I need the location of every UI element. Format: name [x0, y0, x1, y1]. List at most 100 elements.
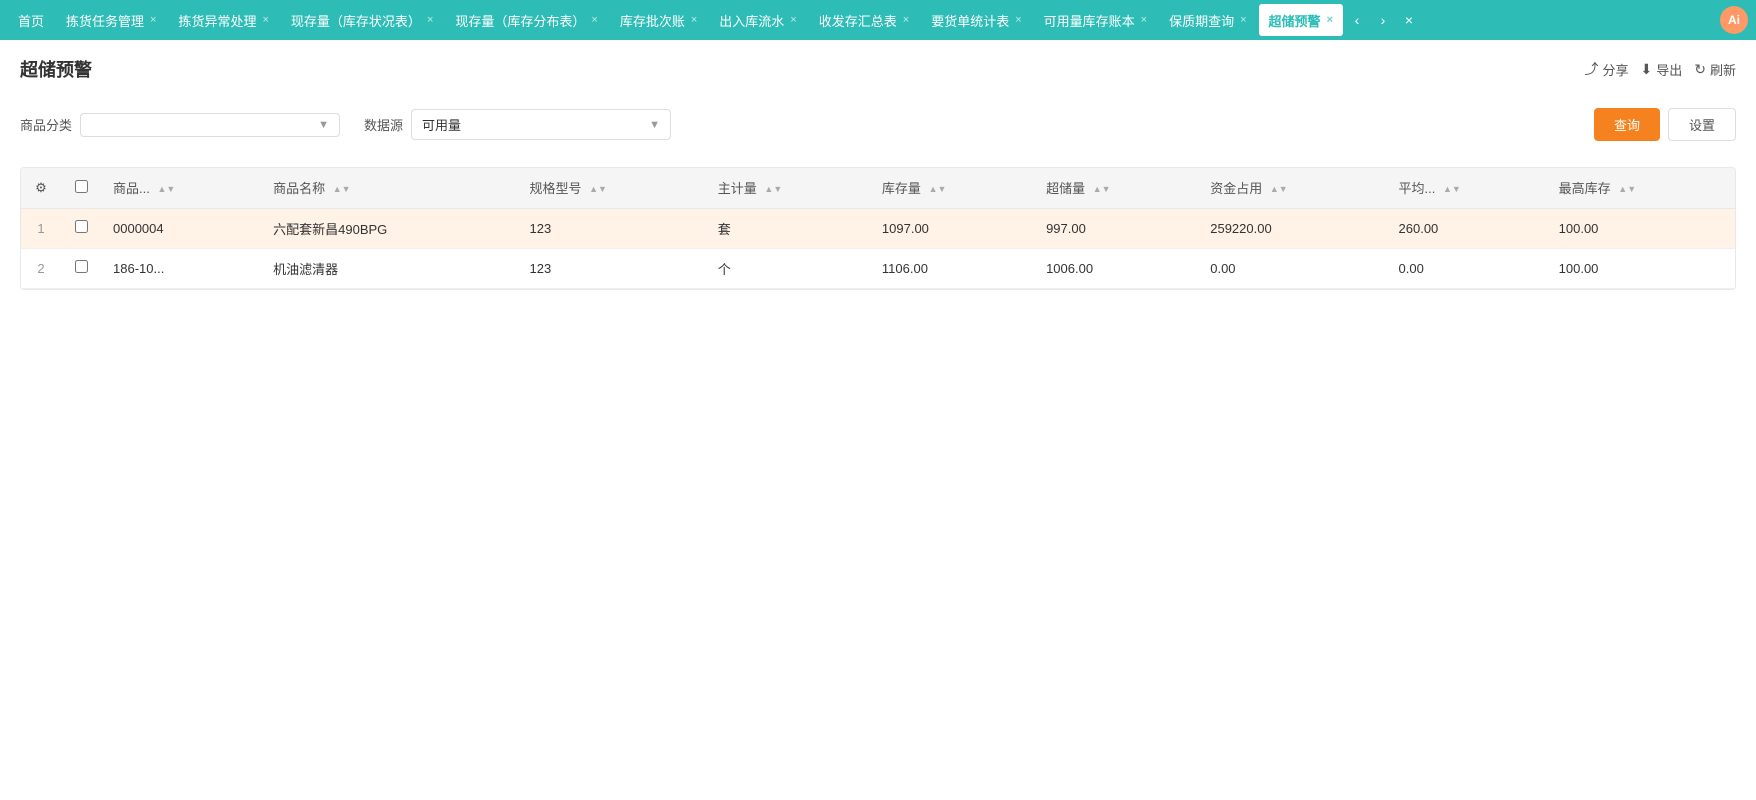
nav-item-overstock-warning[interactable]: 超储预警 ×: [1259, 4, 1343, 36]
category-filter: 商品分类 ▼: [20, 113, 340, 137]
nav-item-inventory-dist[interactable]: 现存量（库存分布表） ×: [445, 4, 607, 36]
page-header: 超储预警 ⤴ 分享 ⬇ 导出 ↻ 刷新: [20, 56, 1736, 82]
row-checkbox[interactable]: [75, 260, 88, 273]
row-checkbox-cell[interactable]: [61, 208, 101, 248]
close-icon[interactable]: ×: [1327, 14, 1333, 26]
settings-gear-header[interactable]: ⚙: [21, 168, 61, 208]
cell-unit: 套: [706, 208, 870, 248]
select-all-checkbox[interactable]: [75, 180, 88, 193]
close-icon[interactable]: ×: [591, 14, 597, 26]
nav-item-collect-summary[interactable]: 收发存汇总表 ×: [809, 4, 919, 36]
close-icon[interactable]: ×: [1240, 14, 1246, 26]
datasource-select[interactable]: 可用量 ▼: [411, 109, 671, 140]
category-select[interactable]: ▼: [80, 113, 340, 137]
cell-capital-usage: 0.00: [1198, 248, 1386, 288]
col-overstock[interactable]: 超储量 ▲▼: [1034, 168, 1198, 208]
cell-overstock: 997.00: [1034, 208, 1198, 248]
header-actions: ⤴ 分享 ⬇ 导出 ↻ 刷新: [1584, 59, 1736, 79]
col-inventory[interactable]: 库存量 ▲▼: [870, 168, 1034, 208]
row-checkbox[interactable]: [75, 220, 88, 233]
cell-max-inventory: 100.00: [1547, 208, 1735, 248]
row-checkbox-cell[interactable]: [61, 248, 101, 288]
sort-icon: ▲▼: [764, 185, 782, 194]
header-checkbox[interactable]: [61, 168, 101, 208]
chevron-down-icon: ▼: [649, 119, 660, 131]
close-icon[interactable]: ×: [150, 14, 156, 26]
close-icon[interactable]: ×: [427, 14, 433, 26]
cell-spec: 123: [517, 208, 705, 248]
share-icon: ⤴: [1584, 59, 1598, 79]
filter-area: 商品分类 ▼ 数据源 可用量 ▼ 查询 设置: [20, 98, 1736, 151]
col-product-name[interactable]: 商品名称 ▲▼: [261, 168, 517, 208]
col-unit[interactable]: 主计量 ▲▼: [706, 168, 870, 208]
nav-label-overstock-warning: 超储预警: [1269, 11, 1321, 30]
datasource-filter: 数据源 可用量 ▼: [364, 109, 671, 140]
settings-button[interactable]: 设置: [1668, 108, 1736, 141]
nav-item-abnormal[interactable]: 拣货异常处理 ×: [168, 4, 278, 36]
sort-icon: ▲▼: [1618, 185, 1636, 194]
close-icon[interactable]: ×: [691, 14, 697, 26]
nav-label-inventory-status: 现存量（库存状况表）: [291, 11, 421, 30]
nav-item-quality-check[interactable]: 保质期查询 ×: [1159, 4, 1256, 36]
nav-item-inventory-status[interactable]: 现存量（库存状况表） ×: [281, 4, 443, 36]
cell-inventory: 1097.00: [870, 208, 1034, 248]
nav-item-batch-account[interactable]: 库存批次账 ×: [610, 4, 707, 36]
nav-label-inventory-dist: 现存量（库存分布表）: [455, 11, 585, 30]
nav-item-home[interactable]: 首页: [8, 4, 54, 36]
nav-arrow-right[interactable]: ›: [1371, 4, 1395, 36]
nav-label-order-stats: 要货单统计表: [931, 11, 1009, 30]
cell-avg: 260.00: [1387, 208, 1547, 248]
cell-unit: 个: [706, 248, 870, 288]
nav-label-batch-account: 库存批次账: [620, 11, 685, 30]
col-max-inventory[interactable]: 最高库存 ▲▼: [1547, 168, 1735, 208]
sort-icon: ▲▼: [1093, 185, 1111, 194]
table-row: 1 0000004 六配套新昌490BPG 123 套 1097.00 997.…: [21, 208, 1735, 248]
export-icon: ⬇: [1641, 61, 1653, 78]
close-icon[interactable]: ×: [1141, 14, 1147, 26]
gear-icon: ⚙: [35, 180, 47, 195]
table-header-row: ⚙ 商品... ▲▼ 商品名称 ▲▼ 规格型号 ▲▼: [21, 168, 1735, 208]
nav-label-available-ledger: 可用量库存账本: [1044, 11, 1135, 30]
avatar[interactable]: Ai: [1720, 6, 1748, 34]
col-product-code[interactable]: 商品... ▲▼: [101, 168, 261, 208]
nav-item-order-stats[interactable]: 要货单统计表 ×: [921, 4, 1031, 36]
nav-arrow-left[interactable]: ‹: [1345, 4, 1369, 36]
cell-max-inventory: 100.00: [1547, 248, 1735, 288]
nav-item-available-ledger[interactable]: 可用量库存账本 ×: [1034, 4, 1157, 36]
nav-arrow-close[interactable]: ×: [1397, 4, 1421, 36]
sort-icon: ▲▼: [1270, 185, 1288, 194]
col-capital-usage[interactable]: 资金占用 ▲▼: [1198, 168, 1386, 208]
close-icon[interactable]: ×: [262, 14, 268, 26]
refresh-button[interactable]: ↻ 刷新: [1694, 60, 1736, 79]
cell-product-code: 186-10...: [101, 248, 261, 288]
refresh-icon: ↻: [1694, 61, 1706, 78]
close-icon[interactable]: ×: [903, 14, 909, 26]
datasource-select-value: 可用量: [422, 115, 461, 134]
export-button[interactable]: ⬇ 导出: [1641, 60, 1683, 79]
close-icon[interactable]: ×: [790, 14, 796, 26]
table-row: 2 186-10... 机油滤清器 123 个 1106.00 1006.00 …: [21, 248, 1735, 288]
page-content: 超储预警 ⤴ 分享 ⬇ 导出 ↻ 刷新 商品分类 ▼ 数据源: [0, 40, 1756, 306]
col-avg[interactable]: 平均... ▲▼: [1387, 168, 1547, 208]
sort-icon: ▲▼: [589, 185, 607, 194]
cell-inventory: 1106.00: [870, 248, 1034, 288]
share-button[interactable]: ⤴ 分享: [1584, 59, 1628, 79]
cell-avg: 0.00: [1387, 248, 1547, 288]
row-index: 1: [21, 208, 61, 248]
sort-icon: ▲▼: [1443, 185, 1461, 194]
close-icon[interactable]: ×: [1015, 14, 1021, 26]
nav-label-collect-summary: 收发存汇总表: [819, 11, 897, 30]
nav-label-task-mgmt: 拣货任务管理: [66, 11, 144, 30]
sort-icon: ▲▼: [157, 185, 175, 194]
cell-spec: 123: [517, 248, 705, 288]
cell-product-code: 0000004: [101, 208, 261, 248]
nav-label-inout-flow: 出入库流水: [719, 11, 784, 30]
query-button[interactable]: 查询: [1594, 108, 1660, 141]
datasource-label: 数据源: [364, 115, 403, 134]
share-label: 分享: [1602, 60, 1628, 79]
cell-product-name: 六配套新昌490BPG: [261, 208, 517, 248]
nav-item-task-mgmt[interactable]: 拣货任务管理 ×: [56, 4, 166, 36]
nav-item-inout-flow[interactable]: 出入库流水 ×: [709, 4, 806, 36]
nav-label-home: 首页: [18, 11, 44, 30]
col-spec[interactable]: 规格型号 ▲▼: [517, 168, 705, 208]
